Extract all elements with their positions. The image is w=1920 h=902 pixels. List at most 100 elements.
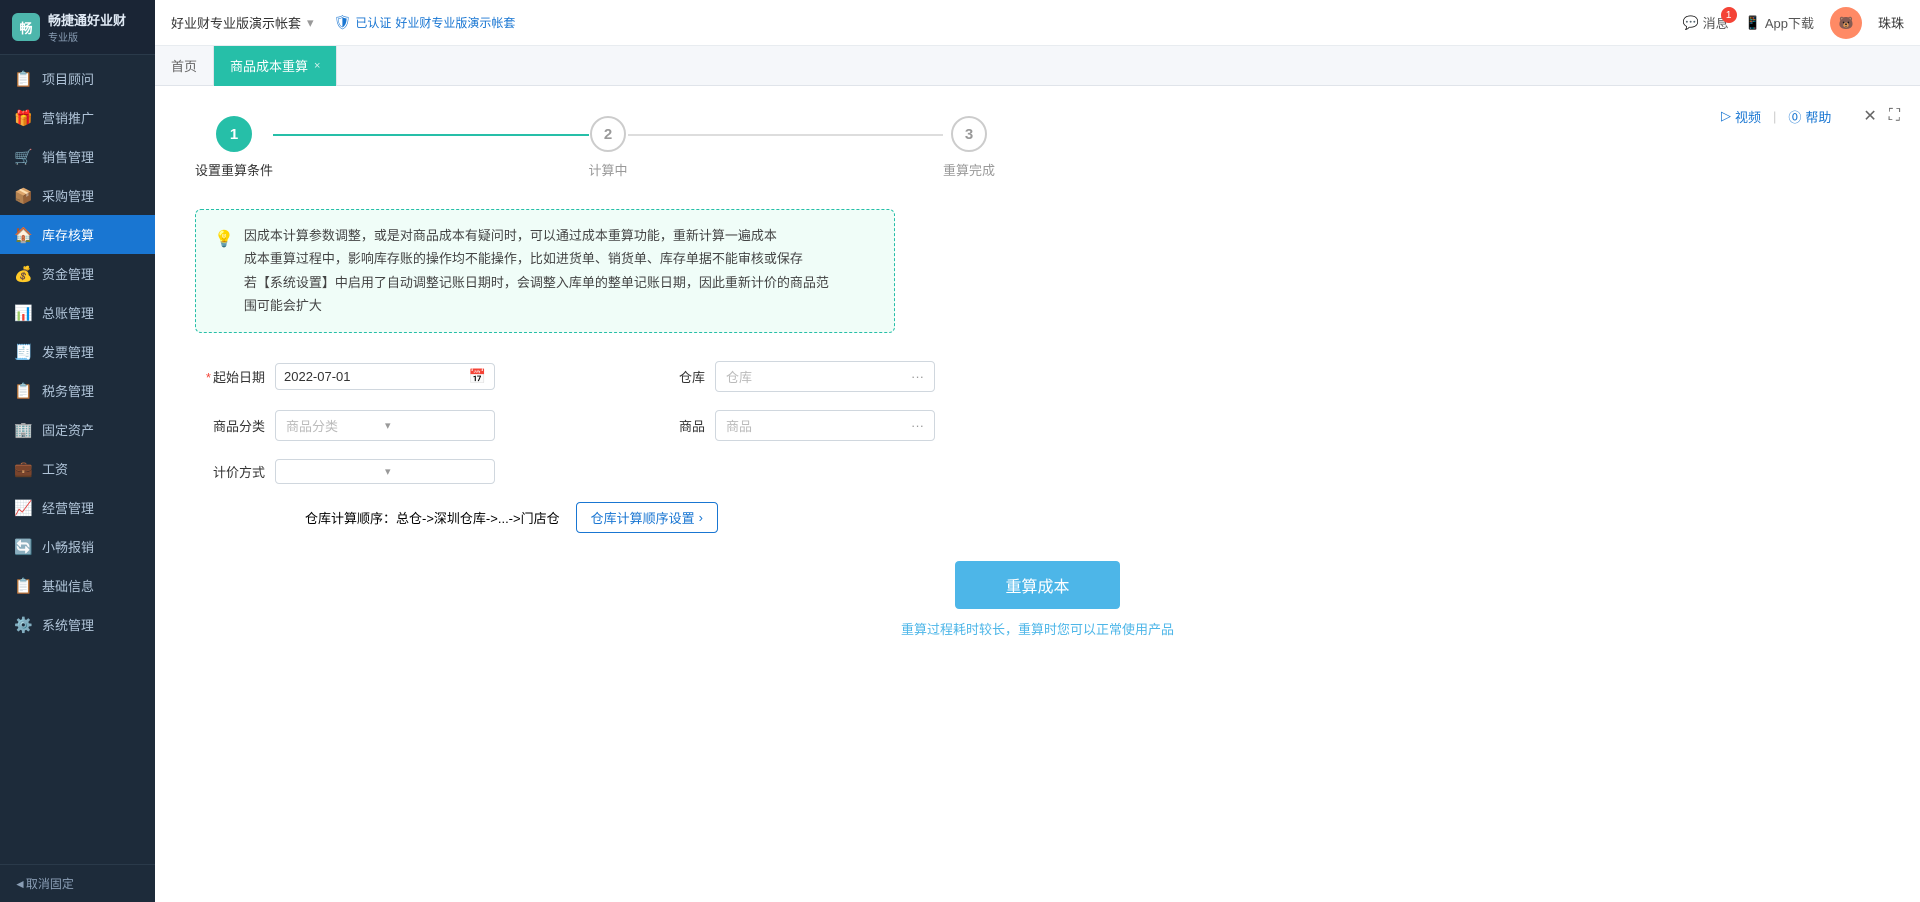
sidebar-item-sales[interactable]: 🛒 销售管理 (0, 137, 155, 176)
help-icon: ⓪ (1788, 107, 1801, 126)
start-date-input[interactable] (284, 369, 469, 384)
verified-account: 好业财专业版演示帐套 (395, 14, 515, 31)
sidebar-label-marketing: 营销推广 (42, 108, 94, 127)
sidebar-label-accounting: 总账管理 (42, 303, 94, 322)
sidebar-item-salary[interactable]: 💼 工资 (0, 449, 155, 488)
sidebar-label-system: 系统管理 (42, 615, 94, 634)
start-date-input-wrap[interactable]: 📅 (275, 363, 495, 390)
calc-order-btn-label: 仓库计算顺序设置 (591, 508, 695, 527)
sidebar-item-tax[interactable]: 📋税务管理 (0, 371, 155, 410)
sidebar-label-basic: 基础信息 (42, 576, 94, 595)
sidebar-footer[interactable]: ◄取消固定 (0, 864, 155, 902)
recalc-button[interactable]: 重算成本 (955, 561, 1119, 609)
pricing-select[interactable]: ▾ (275, 459, 495, 484)
sidebar-item-marketing[interactable]: 🎁 营销推广 (0, 98, 155, 137)
tab-recalc[interactable]: 商品成本重算 × (214, 46, 337, 86)
goods-input[interactable]: 商品 ··· (715, 410, 935, 441)
category-placeholder: 商品分类 (286, 416, 385, 435)
sidebar-icon-sales: 🛒 (14, 148, 32, 166)
sidebar-item-expense[interactable]: 🔄小畅报销 (0, 527, 155, 566)
step-3-circle: 3 (951, 116, 987, 152)
pricing-chevron-icon: ▾ (385, 465, 484, 478)
calc-order-settings-button[interactable]: 仓库计算顺序设置 › (576, 502, 718, 533)
sidebar-icon-salary: 💼 (14, 460, 32, 478)
account-dropdown-icon[interactable]: ▾ (307, 15, 314, 31)
sidebar-item-purchase[interactable]: 📦采购管理 (0, 176, 155, 215)
tab-recalc-close[interactable]: × (314, 60, 320, 72)
sidebar-icon-operations: 📈 (14, 499, 32, 517)
sidebar-label-salary: 工资 (42, 459, 68, 478)
user-avatar[interactable]: 🐻 (1830, 7, 1862, 39)
sidebar-item-inventory[interactable]: 🏠库存核算 (0, 215, 155, 254)
video-button[interactable]: ▷ 视频 (1721, 107, 1761, 126)
recalc-btn-label: 重算成本 (1005, 579, 1069, 596)
sidebar-item-assets[interactable]: 🏢固定资产 (0, 410, 155, 449)
sidebar-icon-marketing: 🎁 (14, 109, 32, 127)
pricing-field: 计价方式 ▾ (195, 459, 575, 484)
calc-order-row: 仓库计算顺序：总仓->深圳仓库->...->门店仓 仓库计算顺序设置 › (195, 502, 1880, 533)
sidebar-icon-invoice: 🧾 (14, 343, 32, 361)
message-badge: 1 (1721, 7, 1737, 23)
form-row-3: 计价方式 ▾ (195, 459, 1880, 484)
sidebar-icon-project: 📋 (14, 70, 32, 88)
step-3-wrap: 3 重算完成 (943, 116, 995, 179)
close-button[interactable]: ✕ (1863, 106, 1876, 126)
divider: | (1773, 109, 1776, 124)
step-1-wrap: 1 设置重算条件 (195, 116, 273, 179)
warehouse-placeholder: 仓库 (726, 367, 752, 386)
window-controls: ▷ 视频 | ⓪ 帮助 ✕ ⛶ (1721, 106, 1900, 126)
goods-dots-icon[interactable]: ··· (911, 418, 924, 433)
app-download-button[interactable]: 📱 App下载 (1745, 13, 1814, 32)
sidebar-item-operations[interactable]: 📈 经营管理 (0, 488, 155, 527)
warehouse-label: 仓库 (635, 367, 705, 386)
sidebar-item-accounting[interactable]: 📊总账管理 (0, 293, 155, 332)
phone-icon: 📱 (1745, 15, 1761, 31)
warehouse-input[interactable]: 仓库 ··· (715, 361, 935, 392)
required-indicator: * (206, 370, 211, 385)
content-area: ▷ 视频 | ⓪ 帮助 ✕ ⛶ 1 设置重算条件 2 计算中 3 (155, 86, 1920, 902)
sidebar-label-project: 项目顾问 (42, 69, 94, 88)
sidebar-item-finance[interactable]: 💰资金管理 (0, 254, 155, 293)
tabbar: 首页 商品成本重算 × (155, 46, 1920, 86)
sidebar-label-tax: 税务管理 (42, 381, 94, 400)
tab-home-label: 首页 (171, 56, 197, 75)
warehouse-field: 仓库 仓库 ··· (635, 361, 1015, 392)
goods-label: 商品 (635, 416, 705, 435)
sidebar-item-basic[interactable]: 📋基础信息 (0, 566, 155, 605)
sidebar-icon-purchase: 📦 (14, 187, 32, 205)
sidebar-item-project[interactable]: 📋 项目顾问 (0, 59, 155, 98)
calc-order-label: 仓库计算顺序：总仓->深圳仓库->...->门店仓 (305, 508, 560, 527)
calendar-icon[interactable]: 📅 (469, 368, 486, 385)
calc-order-arrow-icon: › (699, 510, 703, 525)
topbar: 好业财专业版演示帐套 ▾ 🛡 已认证 好业财专业版演示帐套 💬 消息 1 📱 A… (155, 0, 1920, 46)
info-line-4: 围可能会扩大 (244, 294, 829, 317)
sidebar-label-invoice: 发票管理 (42, 342, 94, 361)
category-select[interactable]: 商品分类 ▾ (275, 410, 495, 441)
app-edition: 专业版 (48, 29, 126, 44)
pricing-label: 计价方式 (195, 462, 265, 481)
sidebar-label-operations: 经营管理 (42, 498, 94, 517)
sidebar-label-sales: 销售管理 (42, 147, 94, 166)
expand-button[interactable]: ⛶ (1889, 107, 1900, 125)
tab-home[interactable]: 首页 (155, 46, 214, 86)
user-name[interactable]: 珠珠 (1878, 13, 1904, 32)
step-2-label: 计算中 (589, 160, 628, 179)
account-selector[interactable]: 好业财专业版演示帐套 ▾ (171, 13, 314, 32)
message-button[interactable]: 💬 消息 1 (1682, 13, 1728, 32)
category-field: 商品分类 商品分类 ▾ (195, 410, 575, 441)
help-button[interactable]: ⓪ 帮助 (1788, 107, 1831, 126)
unpin-label: ◄取消固定 (14, 875, 74, 892)
start-date-label: *起始日期 (195, 367, 265, 386)
step-3-label: 重算完成 (943, 160, 995, 179)
app-name: 畅捷通好业财 (48, 10, 126, 29)
step-2-wrap: 2 计算中 (589, 116, 628, 179)
sidebar-icon-system: ⚙️ (14, 616, 32, 634)
info-line-2: 成本重算过程中，影响库存账的操作均不能操作，比如进货单、销货单、库存单据不能审核… (244, 247, 829, 270)
sidebar-icon-expense: 🔄 (14, 538, 32, 556)
warehouse-dots-icon[interactable]: ··· (911, 369, 924, 384)
sidebar-item-invoice[interactable]: 🧾 发票管理 (0, 332, 155, 371)
sidebar-item-system[interactable]: ⚙️ 系统管理 (0, 605, 155, 644)
step-connector-2 (628, 134, 943, 136)
sidebar-icon-inventory: 🏠 (14, 226, 32, 244)
sidebar-icon-finance: 💰 (14, 265, 32, 283)
